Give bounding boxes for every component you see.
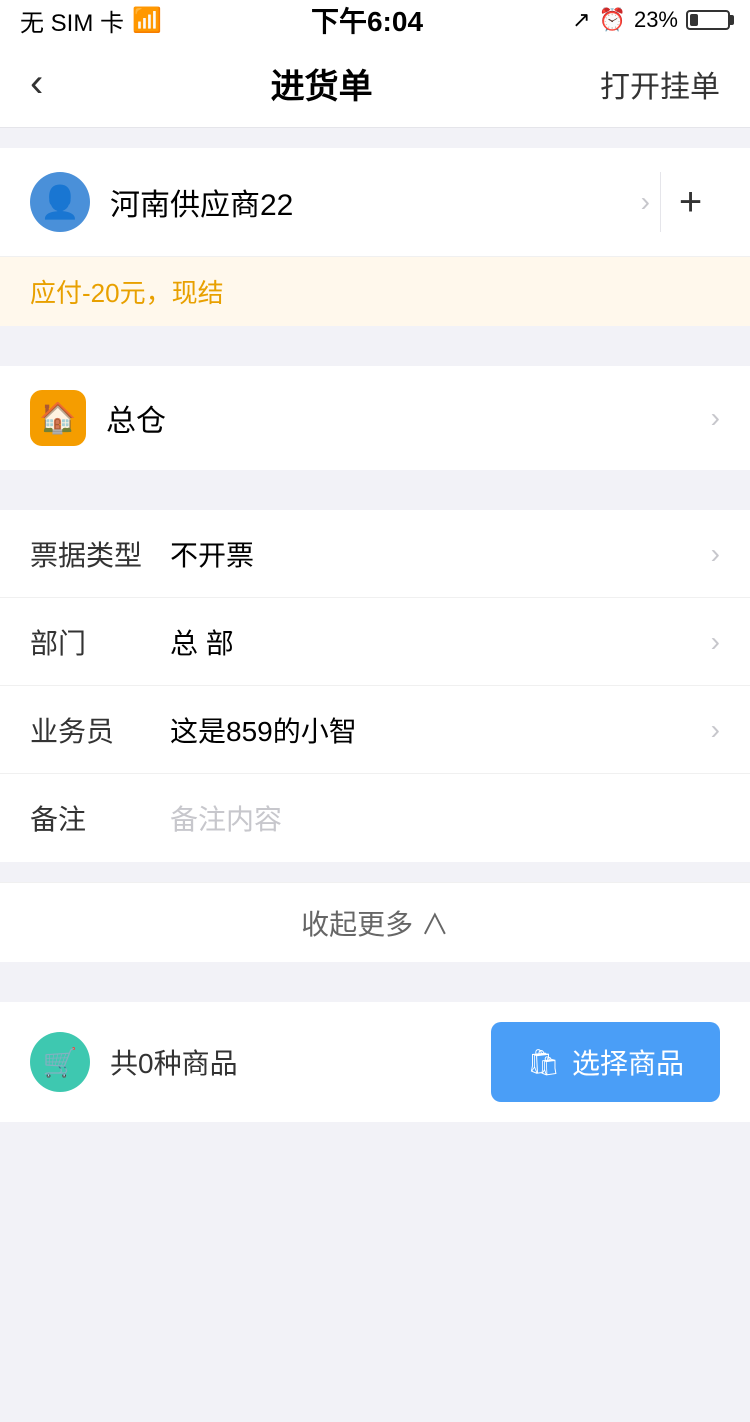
salesperson-row[interactable]: 业务员 这是859的小智 › [0, 686, 750, 774]
remarks-label: 备注 [30, 798, 170, 838]
supplier-name: 河南供应商22 [110, 180, 641, 224]
salesperson-chevron-icon: › [711, 714, 720, 746]
salesperson-label: 业务员 [30, 710, 170, 750]
open-pending-button[interactable]: 打开挂单 [600, 62, 720, 106]
invoice-type-chevron-icon: › [711, 538, 720, 570]
warehouse-icon: 🏠 [39, 401, 76, 436]
supplier-row[interactable]: 👤 河南供应商22 › + [0, 148, 750, 257]
product-count-text: 共0种商品 [110, 1042, 471, 1082]
carrier-text: 无 SIM 卡 [20, 3, 124, 38]
battery-indicator [686, 10, 730, 30]
mid-separator-3 [0, 962, 750, 982]
invoice-type-label: 票据类型 [30, 534, 170, 574]
bottom-bar: 🛒 共0种商品 🛍 选择商品 [0, 1002, 750, 1122]
page-background [0, 1122, 750, 1422]
nav-bar: ‹ 进货单 打开挂单 [0, 40, 750, 128]
department-value: 总 部 [170, 622, 711, 662]
remarks-input[interactable]: 备注内容 [170, 798, 720, 838]
alarm-icon: ⏰ [599, 7, 626, 33]
warehouse-name: 总仓 [106, 396, 711, 440]
department-label: 部门 [30, 622, 170, 662]
top-separator [0, 128, 750, 148]
department-row[interactable]: 部门 总 部 › [0, 598, 750, 686]
notice-bar: 应付-20元，现结 [0, 257, 750, 326]
invoice-type-row[interactable]: 票据类型 不开票 › [0, 510, 750, 598]
collapse-button[interactable]: 收起更多 ∧ [0, 882, 750, 962]
add-supplier-button[interactable]: + [660, 172, 720, 232]
remarks-row[interactable]: 备注 备注内容 [0, 774, 750, 862]
add-icon: + [679, 180, 702, 225]
select-product-label: 选择商品 [572, 1042, 684, 1082]
avatar: 👤 [30, 172, 90, 232]
mid-separator-2 [0, 470, 750, 490]
invoice-type-value: 不开票 [170, 534, 711, 574]
notice-text: 应付-20元，现结 [30, 278, 224, 308]
battery-fill [690, 14, 698, 26]
location-icon: ↗ [572, 7, 590, 33]
select-product-icon: 🛍 [527, 1047, 560, 1078]
warehouse-chevron-icon: › [711, 402, 720, 434]
status-left: 无 SIM 卡 📶 [20, 3, 162, 38]
warehouse-row[interactable]: 🏠 总仓 › [0, 366, 750, 470]
select-product-button[interactable]: 🛍 选择商品 [491, 1022, 720, 1102]
form-section: 票据类型 不开票 › 部门 总 部 › 业务员 这是859的小智 › 备注 备注… [0, 510, 750, 862]
page-title: 进货单 [271, 59, 373, 108]
warehouse-icon-wrap: 🏠 [30, 390, 86, 446]
avatar-icon: 👤 [40, 183, 80, 221]
supplier-card: 👤 河南供应商22 › + 应付-20元，现结 [0, 148, 750, 326]
salesperson-value: 这是859的小智 [170, 710, 711, 750]
battery-percent: 23% [634, 7, 678, 33]
cart-icon: 🛒 [43, 1046, 78, 1079]
department-chevron-icon: › [711, 626, 720, 658]
product-count-icon: 🛒 [30, 1032, 90, 1092]
status-right: ↗ ⏰ 23% [572, 7, 730, 33]
wifi-icon: 📶 [132, 6, 162, 35]
status-time: 下午6:04 [311, 0, 423, 40]
supplier-chevron-icon: › [641, 186, 650, 218]
mid-separator-1 [0, 326, 750, 346]
status-bar: 无 SIM 卡 📶 下午6:04 ↗ ⏰ 23% [0, 0, 750, 40]
collapse-label: 收起更多 ∧ [301, 903, 449, 943]
back-button[interactable]: ‹ [30, 61, 43, 106]
